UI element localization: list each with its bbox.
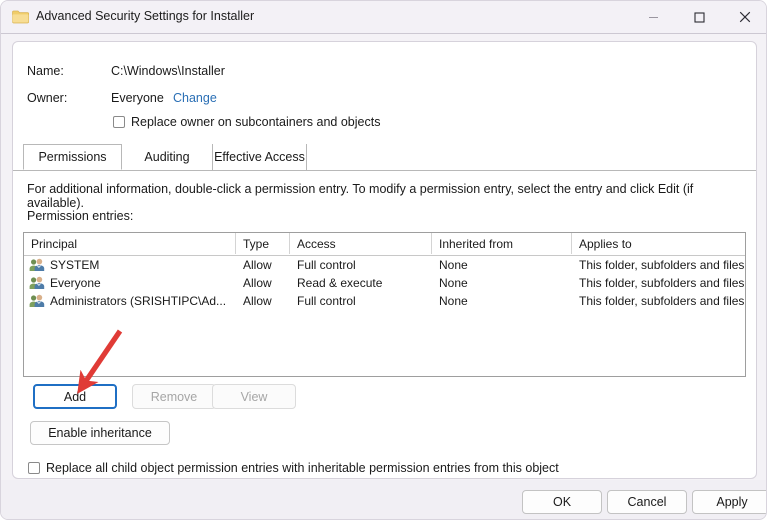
tab-strip: Permissions Auditing Effective Access [13,144,756,171]
minimize-button[interactable] [630,1,676,33]
window-title: Advanced Security Settings for Installer [36,9,255,23]
column-header-access[interactable]: Access [290,233,432,254]
cell-access: Read & execute [297,276,383,290]
cell-inherited-from: None [439,294,468,308]
replace-owner-checkbox[interactable]: Replace owner on subcontainers and objec… [113,115,380,129]
cell-access: Full control [297,258,356,272]
dialog-content: Name: C:\Windows\Installer Owner: Everyo… [12,41,757,479]
cell-type: Allow [243,258,272,272]
cell-principal: Everyone [50,276,101,290]
maximize-button[interactable] [676,1,722,33]
cell-inherited-from: None [439,258,468,272]
tab-effective-access[interactable]: Effective Access [213,144,307,170]
cell-access: Full control [297,294,356,308]
checkbox-box[interactable] [28,462,40,474]
add-button[interactable]: Add [33,384,117,409]
replace-owner-label: Replace owner on subcontainers and objec… [131,115,381,129]
apply-button[interactable]: Apply [692,490,766,514]
checkbox-box[interactable] [113,116,125,128]
replace-all-child-permissions-checkbox[interactable]: Replace all child object permission entr… [28,461,559,475]
table-header-row: Principal Type Access Inherited from Applies… [24,233,745,256]
cancel-button[interactable]: Cancel [607,490,687,514]
table-row[interactable]: Everyone Allow Read & execute None This fold… [24,274,745,292]
cell-principal: Administrators (SRISHTIPC\Ad... [50,294,227,308]
title-bar: Advanced Security Settings for Installer [1,1,766,34]
minimize-icon [648,16,658,18]
ok-button[interactable]: OK [522,490,602,514]
cell-applies-to: This folder, subfolders and files [579,276,745,290]
remove-button[interactable]: Remove [132,384,216,409]
replace-all-label: Replace all child object permission entr… [46,461,559,475]
instructions-text: For additional information, double-click… [27,182,694,210]
table-row[interactable]: SYSTEM Allow Full control None This folder, … [24,256,745,274]
enable-inheritance-button[interactable]: Enable inheritance [30,421,170,445]
name-value: C:\Windows\Installer [111,64,225,78]
name-label: Name: [27,64,64,78]
tab-effective-access-label: Effective Access [214,150,305,164]
column-header-inherited-from[interactable]: Inherited from [432,233,572,254]
view-button[interactable]: View [212,384,296,409]
cell-principal: SYSTEM [50,258,100,272]
cell-type: Allow [243,276,272,290]
permission-entries-list[interactable]: Principal Type Access Inherited from Applies… [23,232,746,377]
folder-icon [12,10,30,24]
close-button[interactable] [722,1,766,33]
column-header-principal[interactable]: Principal [24,233,236,254]
cell-type: Allow [243,294,272,308]
cell-applies-to: This folder, subfolders and files [579,258,745,272]
tab-auditing[interactable]: Auditing [122,144,213,170]
dialog-footer: OK Cancel Apply [1,480,766,519]
cell-applies-to: This folder, subfolders and files [579,294,745,308]
maximize-icon [693,11,705,23]
tab-permissions[interactable]: Permissions [23,144,122,170]
owner-value: Everyone [111,91,164,105]
tab-auditing-label: Auditing [144,150,190,164]
advanced-security-settings-dialog: Advanced Security Settings for Installer… [0,0,767,520]
column-header-applies-to[interactable]: Applies to [572,233,745,254]
column-header-type[interactable]: Type [236,233,290,254]
table-row[interactable]: Administrators (SRISHTIPC\Ad... Allow Full… [24,292,745,310]
permission-entries-label: Permission entries: [27,209,134,223]
tab-permissions-label: Permissions [38,150,107,164]
change-owner-link[interactable]: Change [173,91,217,105]
owner-label: Owner: [27,91,68,105]
close-icon [739,11,751,23]
cell-inherited-from: None [439,276,468,290]
